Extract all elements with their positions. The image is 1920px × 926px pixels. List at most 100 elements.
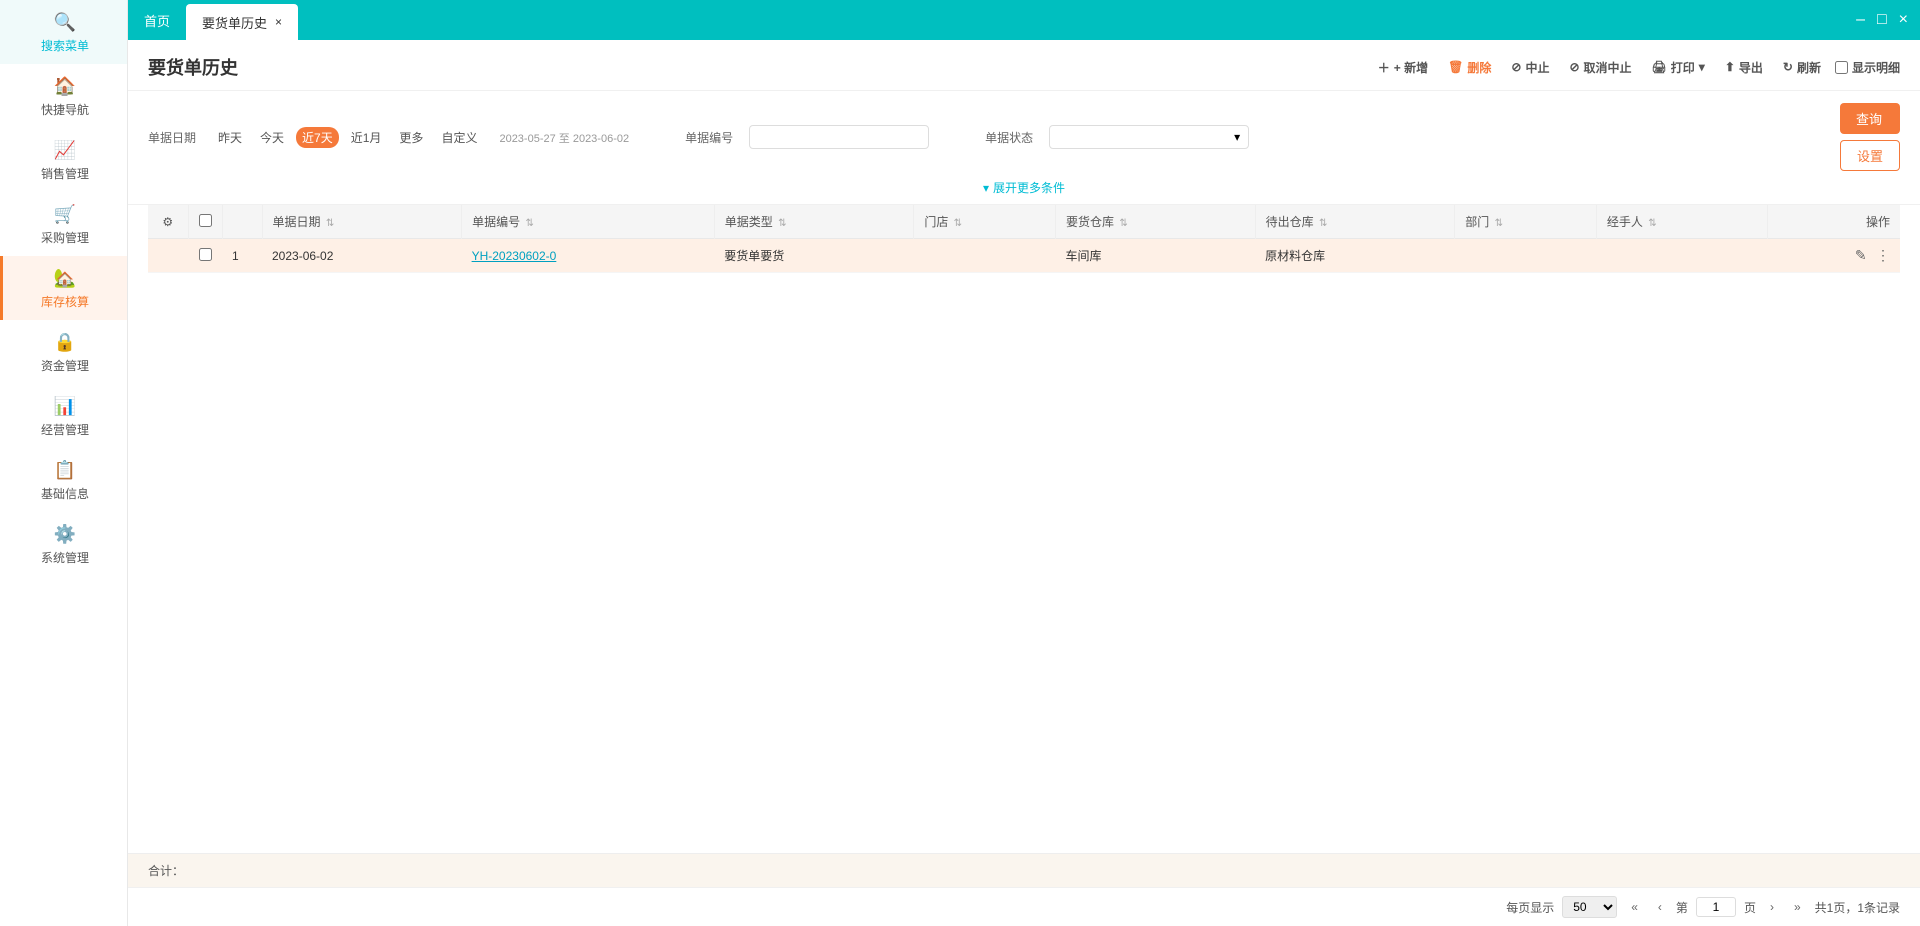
date-btn-7days[interactable]: 近7天 [296, 127, 339, 148]
row-handler [1596, 239, 1767, 273]
window-close-icon[interactable]: × [1899, 11, 1908, 29]
new-button-icon: ＋ [1378, 59, 1390, 76]
row-action-more-icon[interactable]: ⋮ [1876, 247, 1890, 263]
display-detail-toggle[interactable]: 显示明细 [1835, 59, 1900, 76]
expand-conditions-button[interactable]: ▾ 展开更多条件 [983, 179, 1065, 196]
col-doc-type[interactable]: 单据类型 ⇅ [714, 205, 914, 239]
doc-no-filter-label: 单据编号 [685, 129, 733, 146]
doc-status-dropdown-icon: ▾ [1234, 130, 1240, 144]
delete-icon: 🗑 [1448, 60, 1463, 74]
row-action-edit-icon[interactable]: ✎ [1855, 247, 1867, 263]
row-checkbox-cell[interactable] [188, 239, 222, 273]
search-menu-icon: 🔍 [54, 12, 76, 33]
finance-mgmt-icon: 🔒 [54, 332, 76, 353]
table-row: 1 2023-06-02 YH-20230602-0 要货单要货 车间库 原材料… [148, 239, 1900, 273]
per-page-label: 每页显示 [1506, 899, 1554, 916]
last-page-button[interactable]: » [1788, 898, 1807, 916]
sidebar-item-quick-nav-label: 快捷导航 [41, 101, 89, 118]
sidebar-item-inventory[interactable]: 🏡 库存核算 [0, 256, 127, 320]
print-icon: 🖨 [1652, 60, 1667, 74]
row-doc-no-link[interactable]: YH-20230602-0 [472, 249, 557, 263]
next-page-button[interactable]: › [1764, 898, 1780, 916]
col-doc-date-sort-icon: ⇅ [326, 218, 334, 229]
quick-nav-icon: 🏠 [54, 76, 76, 97]
col-dept[interactable]: 部门 ⇅ [1455, 205, 1597, 239]
row-checkbox[interactable] [199, 248, 212, 261]
stop-button[interactable]: ⊘ 中止 [1505, 55, 1555, 80]
doc-status-select[interactable]: ▾ [1049, 125, 1249, 149]
table-footer: 合计： [128, 853, 1920, 887]
sidebar-item-basic-info[interactable]: 📋 基础信息 [0, 448, 127, 512]
col-req-warehouse[interactable]: 要货仓库 ⇅ [1056, 205, 1256, 239]
tab-requisition-history-label: 要货单历史 [202, 13, 267, 32]
tab-close-icon[interactable]: × [275, 15, 282, 29]
col-handler[interactable]: 经手人 ⇅ [1596, 205, 1767, 239]
export-icon: ⬆ [1725, 60, 1735, 74]
col-handler-label: 经手人 [1607, 215, 1643, 229]
window-minimize-icon[interactable]: – [1856, 11, 1865, 29]
purchase-mgmt-icon: 🛒 [54, 204, 76, 225]
first-page-button[interactable]: « [1625, 898, 1644, 916]
sidebar-item-quick-nav[interactable]: 🏠 快捷导航 [0, 64, 127, 128]
basic-info-icon: 📋 [54, 460, 76, 481]
col-doc-type-sort-icon: ⇅ [778, 218, 786, 229]
sidebar-item-system-mgmt[interactable]: ⚙️ 系统管理 [0, 512, 127, 576]
date-filter-label: 单据日期 [148, 129, 196, 146]
display-detail-checkbox[interactable] [1835, 61, 1848, 74]
row-doc-type: 要货单要货 [714, 239, 914, 273]
select-all-checkbox[interactable] [199, 214, 212, 227]
tab-home[interactable]: 首页 [128, 0, 186, 40]
prev-page-button[interactable]: ‹ [1652, 898, 1668, 916]
cancel-stop-button[interactable]: ⊘ 取消中止 [1563, 55, 1637, 80]
sidebar-item-operations-mgmt[interactable]: 📊 经营管理 [0, 384, 127, 448]
col-req-warehouse-label: 要货仓库 [1066, 215, 1114, 229]
row-doc-no[interactable]: YH-20230602-0 [462, 239, 715, 273]
cancel-stop-button-label: 取消中止 [1584, 59, 1632, 76]
sidebar-item-purchase-mgmt[interactable]: 🛒 采购管理 [0, 192, 127, 256]
requisition-table: ⚙ 单据日期 ⇅ 单据编号 ⇅ [148, 205, 1900, 273]
date-btn-1month[interactable]: 近1月 [345, 127, 388, 148]
date-btn-custom[interactable]: 自定义 [435, 127, 483, 148]
date-btn-more[interactable]: 更多 [393, 127, 429, 148]
col-doc-date-label: 单据日期 [273, 215, 321, 229]
refresh-icon: ↻ [1783, 60, 1793, 74]
date-btn-today[interactable]: 今天 [254, 127, 290, 148]
export-button[interactable]: ⬆ 导出 [1719, 55, 1769, 80]
date-btn-yesterday[interactable]: 昨天 [212, 127, 248, 148]
print-button-label: 打印 [1671, 59, 1695, 76]
col-checkbox [188, 205, 222, 239]
print-button[interactable]: 🖨 打印 ▾ [1646, 55, 1711, 80]
filter-area: 单据日期 昨天 今天 近7天 近1月 更多 自定义 2023-05-27 至 2… [128, 91, 1920, 205]
doc-no-input[interactable] [749, 125, 929, 149]
page-title-text: 要货单历史 [148, 54, 238, 80]
col-pending-warehouse[interactable]: 待出仓库 ⇅ [1255, 205, 1455, 239]
operations-mgmt-icon: 📊 [54, 396, 76, 417]
sidebar-item-finance-mgmt-label: 资金管理 [41, 357, 89, 374]
table-header-row: ⚙ 单据日期 ⇅ 单据编号 ⇅ [148, 205, 1900, 239]
query-button[interactable]: 查询 [1840, 103, 1900, 134]
window-restore-icon[interactable]: □ [1877, 11, 1887, 29]
sales-mgmt-icon: 📈 [54, 140, 76, 161]
col-doc-no[interactable]: 单据编号 ⇅ [462, 205, 715, 239]
sidebar-item-system-mgmt-label: 系统管理 [41, 549, 89, 566]
settings-button[interactable]: 设置 [1840, 140, 1900, 171]
go-page-suffix: 页 [1744, 899, 1756, 916]
refresh-button[interactable]: ↻ 刷新 [1777, 55, 1827, 80]
per-page-select[interactable]: 10 20 50 100 [1562, 896, 1617, 918]
delete-button[interactable]: 🗑 删除 [1442, 55, 1497, 80]
sidebar-item-search-menu[interactable]: 🔍 搜索菜单 [0, 0, 127, 64]
new-button[interactable]: ＋ + 新增 [1372, 55, 1434, 80]
page-number-input[interactable] [1696, 897, 1736, 917]
date-filter-buttons: 昨天 今天 近7天 近1月 更多 自定义 [212, 127, 483, 148]
col-doc-date[interactable]: 单据日期 ⇅ [262, 205, 462, 239]
expand-conditions-label: 展开更多条件 [993, 179, 1065, 196]
sidebar-item-sales-mgmt[interactable]: 📈 销售管理 [0, 128, 127, 192]
col-doc-type-label: 单据类型 [725, 215, 773, 229]
tab-requisition-history[interactable]: 要货单历史 × [186, 4, 298, 40]
table-area: ⚙ 单据日期 ⇅ 单据编号 ⇅ [128, 205, 1920, 853]
sidebar: 🔍 搜索菜单 🏠 快捷导航 📈 销售管理 🛒 采购管理 🏡 库存核算 🔒 资金管… [0, 0, 128, 926]
row-dept [1455, 239, 1597, 273]
col-store[interactable]: 门店 ⇅ [914, 205, 1056, 239]
sidebar-item-finance-mgmt[interactable]: 🔒 资金管理 [0, 320, 127, 384]
col-settings[interactable]: ⚙ [148, 205, 188, 239]
